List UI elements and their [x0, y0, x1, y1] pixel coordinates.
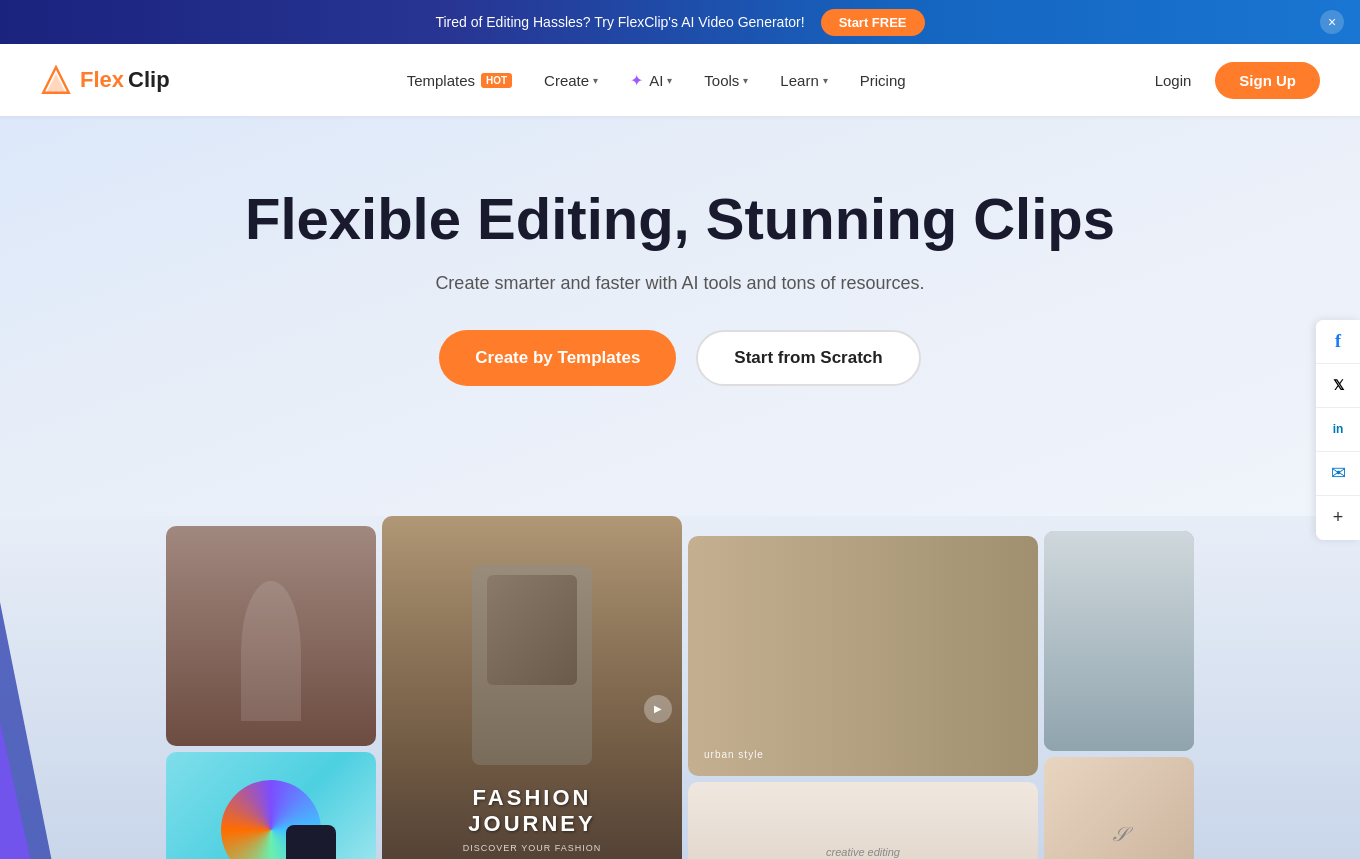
preview-card-abstract [166, 752, 376, 859]
chevron-down-icon: ▾ [593, 75, 598, 86]
hero-title: Flexible Editing, Stunning Clips [40, 186, 1320, 253]
login-button[interactable]: Login [1143, 64, 1204, 97]
hot-badge: HOT [481, 73, 512, 88]
fashion-title-line2: JOURNEY [463, 811, 601, 837]
nav-item-create[interactable]: Create ▾ [532, 64, 610, 97]
linkedin-icon: in [1333, 422, 1344, 436]
social-sidebar: f 𝕏 in ✉ + [1316, 320, 1360, 540]
start-scratch-button[interactable]: Start from Scratch [696, 330, 920, 386]
preview-card-woman [166, 526, 376, 746]
nav-item-tools[interactable]: Tools ▾ [692, 64, 760, 97]
preview-card-right1 [1044, 531, 1194, 751]
nav-item-pricing[interactable]: Pricing [848, 64, 918, 97]
preview-area: FASHION JOURNEY DISCOVER YOUR FASHION ▶ … [0, 516, 1360, 859]
preview-card-right2: 𝒮 [1044, 757, 1194, 859]
twitter-share-button[interactable]: 𝕏 [1316, 364, 1360, 408]
header: FlexClip Templates HOT Create ▾ ✦ AI ▾ T… [0, 44, 1360, 116]
nav-item-templates[interactable]: Templates HOT [395, 64, 524, 97]
fashion-title-line1: FASHION [463, 785, 601, 811]
left-accent-decoration [0, 522, 70, 859]
fashion-card: FASHION JOURNEY DISCOVER YOUR FASHION ▶ [382, 516, 682, 859]
preview-col-2: FASHION JOURNEY DISCOVER YOUR FASHION ▶ [382, 516, 682, 859]
logo-flex-text: Flex [80, 67, 124, 93]
preview-grid: FASHION JOURNEY DISCOVER YOUR FASHION ▶ … [0, 516, 1360, 859]
linkedin-share-button[interactable]: in [1316, 408, 1360, 452]
create-templates-button[interactable]: Create by Templates [439, 330, 676, 386]
twitter-icon: 𝕏 [1333, 377, 1344, 393]
banner-close-button[interactable]: × [1320, 10, 1344, 34]
chevron-down-icon: ▾ [667, 75, 672, 86]
preview-col-3: urban style creative editing [688, 536, 1038, 859]
hero-section: Flexible Editing, Stunning Clips Create … [0, 116, 1360, 516]
header-actions: Login Sign Up [1143, 62, 1320, 99]
logo-clip-text: Clip [128, 67, 170, 93]
banner-cta-button[interactable]: Start FREE [821, 9, 925, 36]
play-icon[interactable]: ▶ [644, 695, 672, 723]
facebook-share-button[interactable]: f [1316, 320, 1360, 364]
ai-star-icon: ✦ [630, 71, 643, 90]
chevron-down-icon: ▾ [743, 75, 748, 86]
logo-icon [40, 64, 72, 96]
email-share-button[interactable]: ✉ [1316, 452, 1360, 496]
preview-col-1 [166, 526, 376, 859]
logo[interactable]: FlexClip [40, 64, 170, 96]
hero-subtitle: Create smarter and faster with AI tools … [40, 273, 1320, 294]
expand-share-button[interactable]: + [1316, 496, 1360, 540]
plus-icon: + [1333, 507, 1344, 528]
preview-card-light: creative editing [688, 782, 1038, 859]
facebook-icon: f [1335, 331, 1341, 352]
main-nav: Templates HOT Create ▾ ✦ AI ▾ Tools ▾ Le… [395, 63, 918, 98]
nav-item-learn[interactable]: Learn ▾ [768, 64, 839, 97]
chevron-down-icon: ▾ [823, 75, 828, 86]
nav-item-ai[interactable]: ✦ AI ▾ [618, 63, 684, 98]
hero-buttons: Create by Templates Start from Scratch [40, 330, 1320, 386]
top-banner: Tired of Editing Hassles? Try FlexClip's… [0, 0, 1360, 44]
email-icon: ✉ [1331, 462, 1346, 484]
banner-text: Tired of Editing Hassles? Try FlexClip's… [435, 14, 804, 30]
preview-col-4: 𝒮 [1044, 531, 1194, 859]
preview-card-street: urban style [688, 536, 1038, 776]
signup-button[interactable]: Sign Up [1215, 62, 1320, 99]
